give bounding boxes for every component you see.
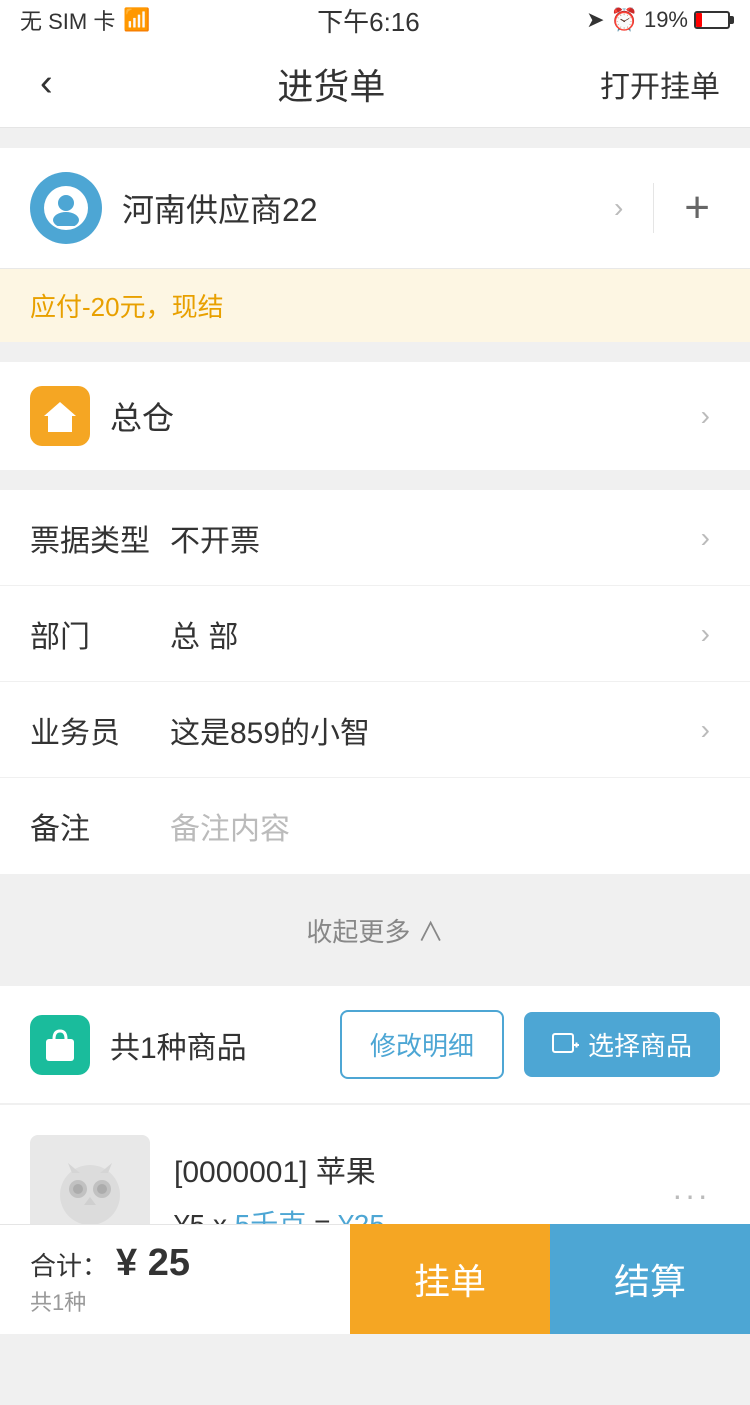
page-title: 进货单 xyxy=(277,58,385,110)
warehouse-chevron-icon: › xyxy=(701,400,710,432)
select-product-button[interactable]: 选择商品 xyxy=(524,1012,720,1077)
warehouse-name: 总仓 xyxy=(110,393,701,439)
total-label: 合计： xyxy=(30,1246,108,1283)
open-pending-button[interactable]: 打开挂单 xyxy=(600,62,720,106)
battery-icon xyxy=(694,11,730,29)
house-icon xyxy=(42,398,78,434)
supplier-name[interactable]: 河南供应商22 xyxy=(122,185,614,231)
total-value: ¥ 25 xyxy=(116,1242,190,1285)
department-row[interactable]: 部门 总 部 › xyxy=(0,586,750,682)
select-product-label: 选择商品 xyxy=(588,1026,692,1063)
divider xyxy=(653,183,654,233)
product-title: 苹果 xyxy=(316,1156,376,1189)
battery-text: 19% xyxy=(644,7,688,33)
gap-1 xyxy=(0,128,750,148)
collapse-bar[interactable]: 收起更多 ∧ xyxy=(0,894,750,966)
status-time: 下午6:16 xyxy=(317,2,420,39)
location-icon: ➤ xyxy=(586,7,604,33)
department-chevron-icon: › xyxy=(701,618,710,650)
form-section: 票据类型 不开票 › 部门 总 部 › 业务员 这是859的小智 › 备注 备注… xyxy=(0,490,750,874)
sim-label: 无 SIM 卡 xyxy=(20,4,115,36)
alarm-icon: ⏰ xyxy=(611,7,638,33)
product-count: 共1种商品 xyxy=(110,1023,320,1067)
checkout-button[interactable]: 结算 xyxy=(550,1224,750,1334)
department-label: 部门 xyxy=(30,612,170,656)
select-product-icon xyxy=(552,1033,580,1057)
notice-text: 应付-20元，现结 xyxy=(30,292,224,322)
supplier-section: 河南供应商22 › + xyxy=(0,148,750,269)
nav-bar: ‹ 进货单 打开挂单 xyxy=(0,40,750,128)
collapse-label: 收起更多 ∧ xyxy=(306,912,443,949)
product-thumb-logo xyxy=(50,1155,130,1235)
edit-details-button[interactable]: 修改明细 xyxy=(340,1010,504,1079)
product-name: [0000001] 苹果 xyxy=(174,1147,638,1191)
department-value: 总 部 xyxy=(170,612,701,656)
warehouse-section[interactable]: 总仓 › xyxy=(0,362,750,470)
shopping-bag-icon xyxy=(42,1027,78,1063)
warehouse-icon xyxy=(30,386,90,446)
invoice-row[interactable]: 票据类型 不开票 › xyxy=(0,490,750,586)
status-right: ➤ ⏰ 19% xyxy=(586,7,730,33)
invoice-label: 票据类型 xyxy=(30,516,170,560)
remark-label: 备注 xyxy=(30,804,170,848)
remark-input[interactable]: 备注内容 xyxy=(170,804,720,848)
salesman-chevron-icon: › xyxy=(701,714,710,746)
salesman-label: 业务员 xyxy=(30,708,170,752)
footer: 合计： ¥ 25 共1种 挂单 结算 xyxy=(0,1224,750,1334)
wifi-icon: 📶 xyxy=(123,7,150,33)
product-more-button[interactable]: ··· xyxy=(662,1167,720,1224)
footer-total: 合计： ¥ 25 共1种 xyxy=(0,1224,350,1334)
pending-button[interactable]: 挂单 xyxy=(350,1224,550,1334)
invoice-value: 不开票 xyxy=(170,516,701,560)
status-left: 无 SIM 卡 📶 xyxy=(20,4,151,36)
add-supplier-button[interactable]: + xyxy=(674,183,720,233)
remark-row[interactable]: 备注 备注内容 xyxy=(0,778,750,874)
total-sub: 共1种 xyxy=(30,1285,320,1317)
person-icon xyxy=(48,190,84,226)
invoice-chevron-icon: › xyxy=(701,522,710,554)
salesman-row[interactable]: 业务员 这是859的小智 › xyxy=(0,682,750,778)
supplier-avatar xyxy=(30,172,102,244)
salesman-value: 这是859的小智 xyxy=(170,708,701,752)
product-id: [0000001] xyxy=(174,1156,307,1189)
status-bar: 无 SIM 卡 📶 下午6:16 ➤ ⏰ 19% xyxy=(0,0,750,40)
supplier-chevron-icon: › xyxy=(614,192,623,224)
notice-banner: 应付-20元，现结 xyxy=(0,269,750,342)
back-button[interactable]: ‹ xyxy=(30,52,63,115)
gap-2 xyxy=(0,342,750,362)
product-header: 共1种商品 修改明细 选择商品 xyxy=(0,986,750,1103)
product-header-icon xyxy=(30,1015,90,1075)
